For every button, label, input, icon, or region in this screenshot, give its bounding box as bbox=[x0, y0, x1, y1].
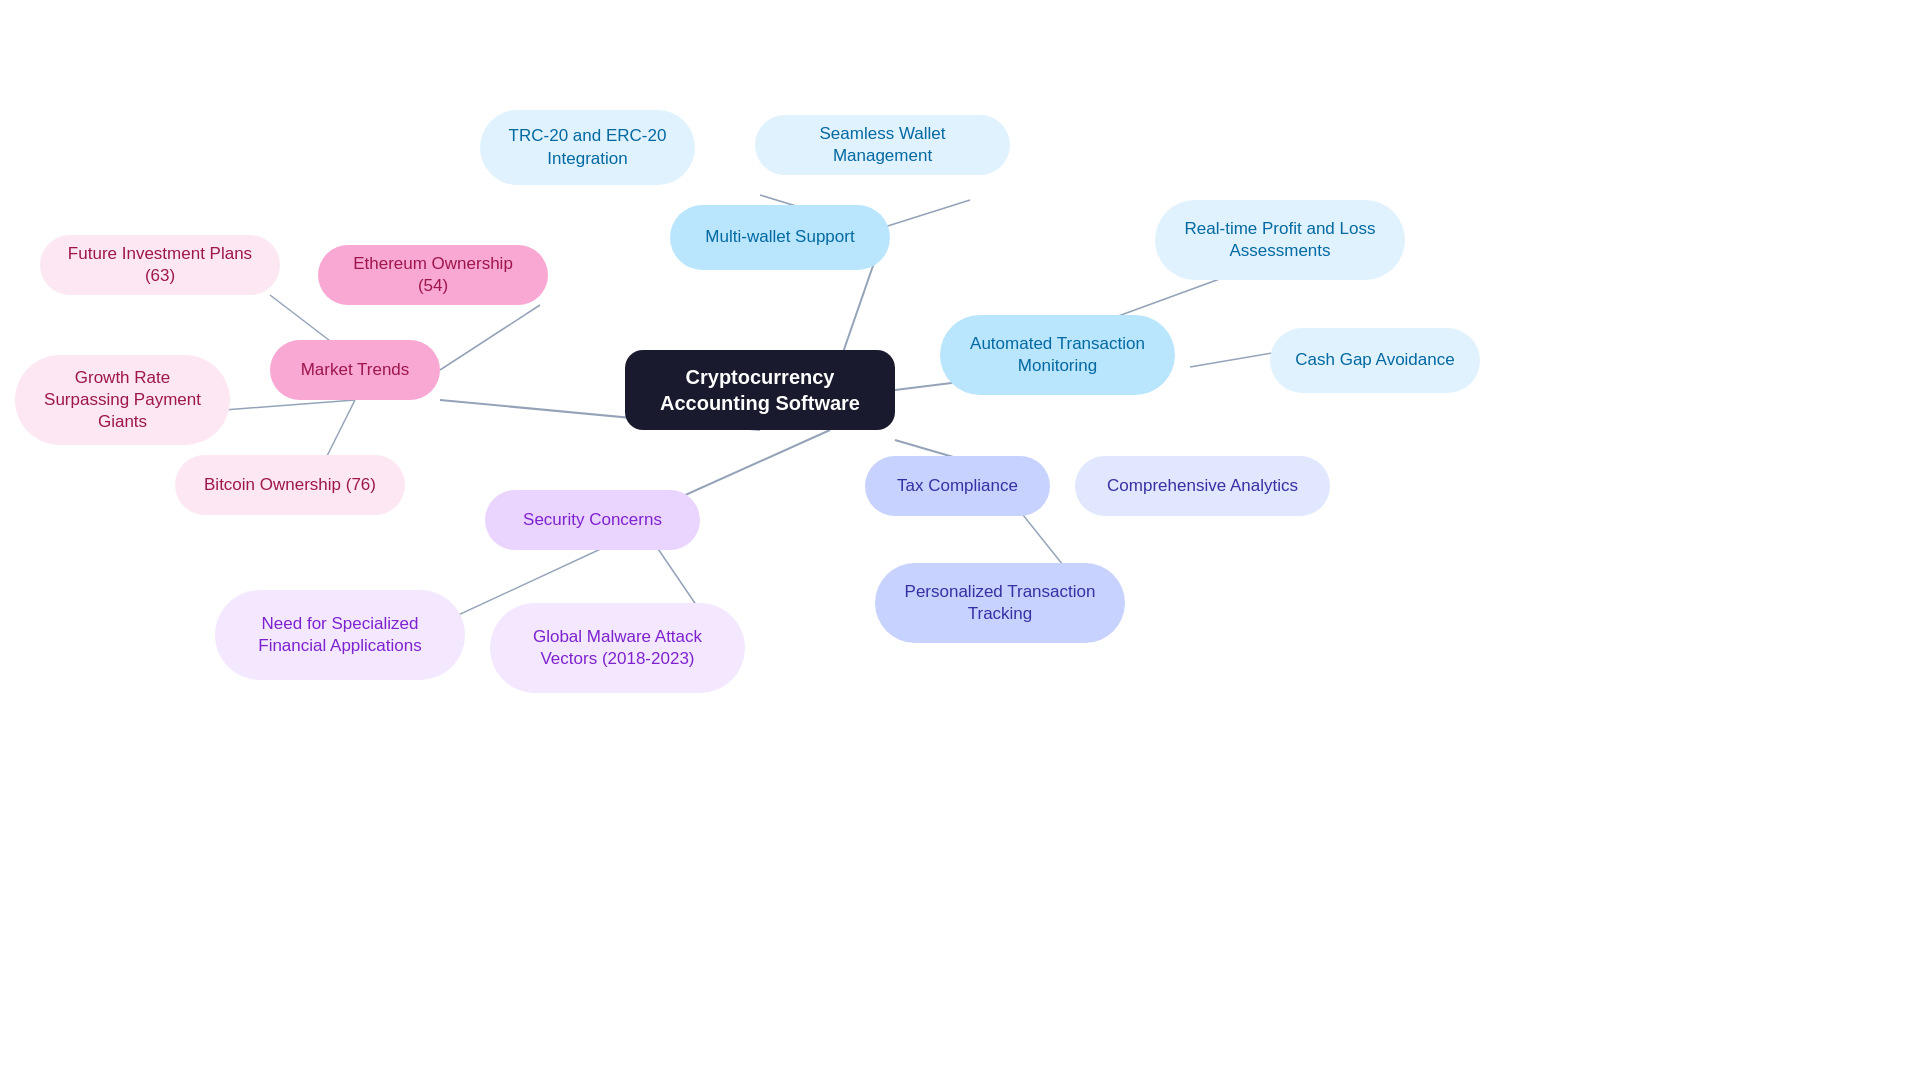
market-trends-node: Market Trends bbox=[270, 340, 440, 400]
security-concerns-node: Security Concerns bbox=[485, 490, 700, 550]
growth-rate-node: Growth Rate Surpassing Payment Giants bbox=[15, 355, 230, 445]
realtime-profit-node: Real-time Profit and Loss Assessments bbox=[1155, 200, 1405, 280]
personalized-tracking-node: Personalized Transaction Tracking bbox=[875, 563, 1125, 643]
tax-compliance-node: Tax Compliance bbox=[865, 456, 1050, 516]
svg-line-10 bbox=[875, 200, 970, 230]
comprehensive-analytics-node: Comprehensive Analytics bbox=[1075, 456, 1330, 516]
trc-erc-node: TRC-20 and ERC-20 Integration bbox=[480, 110, 695, 185]
bitcoin-ownership-node: Bitcoin Ownership (76) bbox=[175, 455, 405, 515]
future-investment-node: Future Investment Plans (63) bbox=[40, 235, 280, 295]
automated-transaction-node: Automated Transaction Monitoring bbox=[940, 315, 1175, 395]
global-malware-node: Global Malware Attack Vectors (2018-2023… bbox=[490, 603, 745, 693]
cash-gap-node: Cash Gap Avoidance bbox=[1270, 328, 1480, 393]
multi-wallet-node: Multi-wallet Support bbox=[670, 205, 890, 270]
svg-line-5 bbox=[440, 305, 540, 370]
seamless-wallet-node: Seamless Wallet Management bbox=[755, 115, 1010, 175]
need-specialized-node: Need for Specialized Financial Applicati… bbox=[215, 590, 465, 680]
center-node: Cryptocurrency Accounting Software bbox=[625, 350, 895, 430]
ethereum-ownership-node: Ethereum Ownership (54) bbox=[318, 245, 548, 305]
